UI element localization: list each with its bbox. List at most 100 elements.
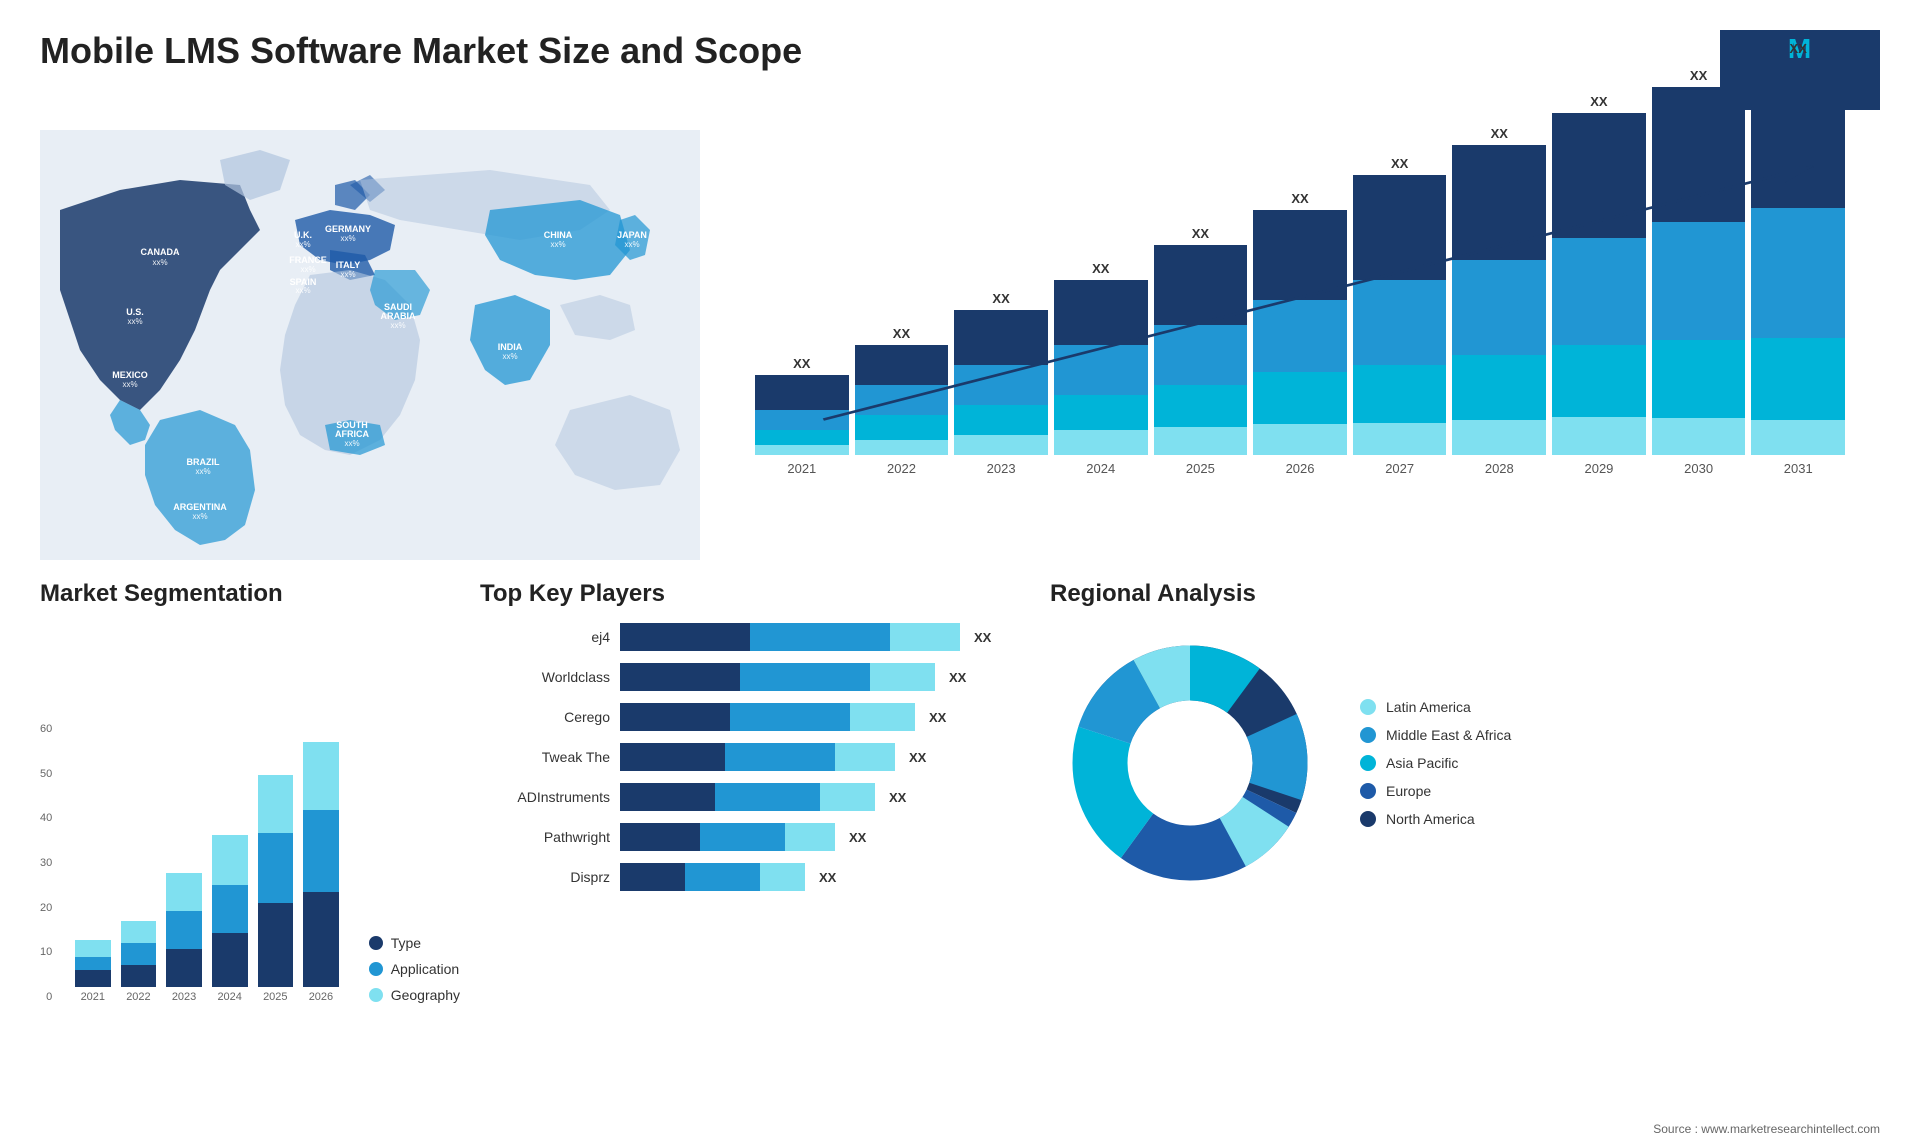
bar-val-2024: XX [1092,261,1109,276]
bar-group-2021: XX [755,356,849,455]
seg-x-2023: 2023 [172,991,196,1003]
svg-text:GERMANY: GERMANY [325,224,371,234]
seg-bars-inner: 2021 2022 [75,723,339,1003]
seg-type-2021 [75,970,111,987]
x-label-2021: 2021 [755,461,849,476]
x-label-2026: 2026 [1253,461,1347,476]
pb-s3 [870,663,935,691]
player-val-disprz: XX [819,870,836,885]
seg-x-2026: 2026 [309,991,333,1003]
seg-app-2023 [166,911,202,949]
bar-seg-dark [954,310,1048,365]
player-bar-stack-disprz [620,863,805,891]
bar-seg-lightest [1054,430,1148,455]
player-val-ej4: XX [974,630,991,645]
x-label-2030: 2030 [1652,461,1746,476]
bar-val-2025: XX [1192,226,1209,241]
source-text: Source : www.marketresearchintellect.com [1653,1122,1880,1136]
seg-geo-2024 [212,835,248,885]
bar-seg-mid [1751,208,1845,338]
seg-legend: Type Application Geography [359,935,460,1003]
player-val-tweak: XX [909,750,926,765]
svg-text:ITALY: ITALY [336,260,361,270]
pb-s2 [725,743,835,771]
legend-geography: Geography [369,987,460,1003]
seg-bar-2023: 2023 [166,707,202,1003]
svg-text:U.S.: U.S. [126,307,144,317]
bar-seg-light [954,405,1048,435]
player-row-disprz: Disprz XX [480,863,1030,891]
legend-north-america: North America [1360,811,1511,827]
legend-latin-america: Latin America [1360,699,1511,715]
seg-geo-2023 [166,873,202,911]
seg-app-2025 [258,833,294,903]
y-label-40: 40 [40,812,52,824]
svg-text:xx%: xx% [152,258,167,267]
bar-stack-2027 [1353,175,1447,455]
player-row-ej4: ej4 XX [480,623,1030,651]
svg-text:xx%: xx% [340,270,355,279]
legend-application: Application [369,961,460,977]
legend-label-application: Application [391,961,460,977]
x-axis-labels: 2021 2022 2023 2024 2025 2026 2027 2028 … [750,455,1850,476]
player-bar-cerego: XX [620,703,1030,731]
player-row-cerego: Cerego XX [480,703,1030,731]
bar-seg-mid [1452,260,1546,355]
svg-text:xx%: xx% [192,512,207,521]
bar-seg-light [1552,345,1646,417]
bar-seg-lightest [1154,427,1248,455]
bar-val-2028: XX [1491,126,1508,141]
bar-stack-2028 [1452,145,1546,455]
bar-seg-dark [1054,280,1148,345]
bar-seg-dark [1154,245,1248,325]
svg-text:xx%: xx% [624,240,639,249]
pb-s3 [890,623,960,651]
bar-seg-light [1652,340,1746,418]
bar-val-2021: XX [793,356,810,371]
player-val-cerego: XX [929,710,946,725]
player-bar-stack-ej4 [620,623,960,651]
player-bar-stack-adinstruments [620,783,875,811]
svg-text:ARABIA: ARABIA [381,311,416,321]
pb-s2 [715,783,820,811]
bar-seg-light [1154,385,1248,427]
legend-text-apac: Asia Pacific [1386,755,1458,771]
y-label-50: 50 [40,768,52,780]
segmentation-container: Market Segmentation 60 50 40 30 20 10 0 [40,580,460,1060]
bar-val-2026: XX [1291,191,1308,206]
seg-bar-2024: 2024 [212,707,248,1003]
pb-s2 [740,663,870,691]
svg-text:INDIA: INDIA [498,342,523,352]
player-bar-pathwright: XX [620,823,1030,851]
bar-seg-dark [1552,113,1646,238]
player-bar-stack-pathwright [620,823,835,851]
legend-color-mea [1360,727,1376,743]
bar-val-2030: XX [1690,68,1707,83]
bar-stack-2021 [755,375,849,455]
pb-s3 [785,823,835,851]
x-label-2022: 2022 [855,461,949,476]
legend-text-latin: Latin America [1386,699,1471,715]
bar-val-2023: XX [992,291,1009,306]
legend-asia-pacific: Asia Pacific [1360,755,1511,771]
legend-color-na [1360,811,1376,827]
bar-seg-dark [1751,60,1845,208]
bar-seg-mid [954,365,1048,405]
legend-label-geography: Geography [391,987,460,1003]
seg-bar-2026: 2026 [303,707,339,1003]
pb-s3 [760,863,805,891]
seg-type-2026 [303,892,339,987]
x-label-2027: 2027 [1353,461,1447,476]
bar-group-2029: XX [1552,94,1646,455]
bar-group-2025: XX [1154,226,1248,455]
bar-group-2031: XX [1751,41,1845,455]
pb-s1 [620,703,730,731]
legend-europe: Europe [1360,783,1511,799]
bar-seg-light [1353,365,1447,423]
bar-group-2022: XX [855,326,949,455]
seg-x-2025: 2025 [263,991,287,1003]
bar-seg-lightest [1751,420,1845,455]
x-label-2024: 2024 [1054,461,1148,476]
bar-group-2027: XX [1353,156,1447,455]
player-val-worldclass: XX [949,670,966,685]
